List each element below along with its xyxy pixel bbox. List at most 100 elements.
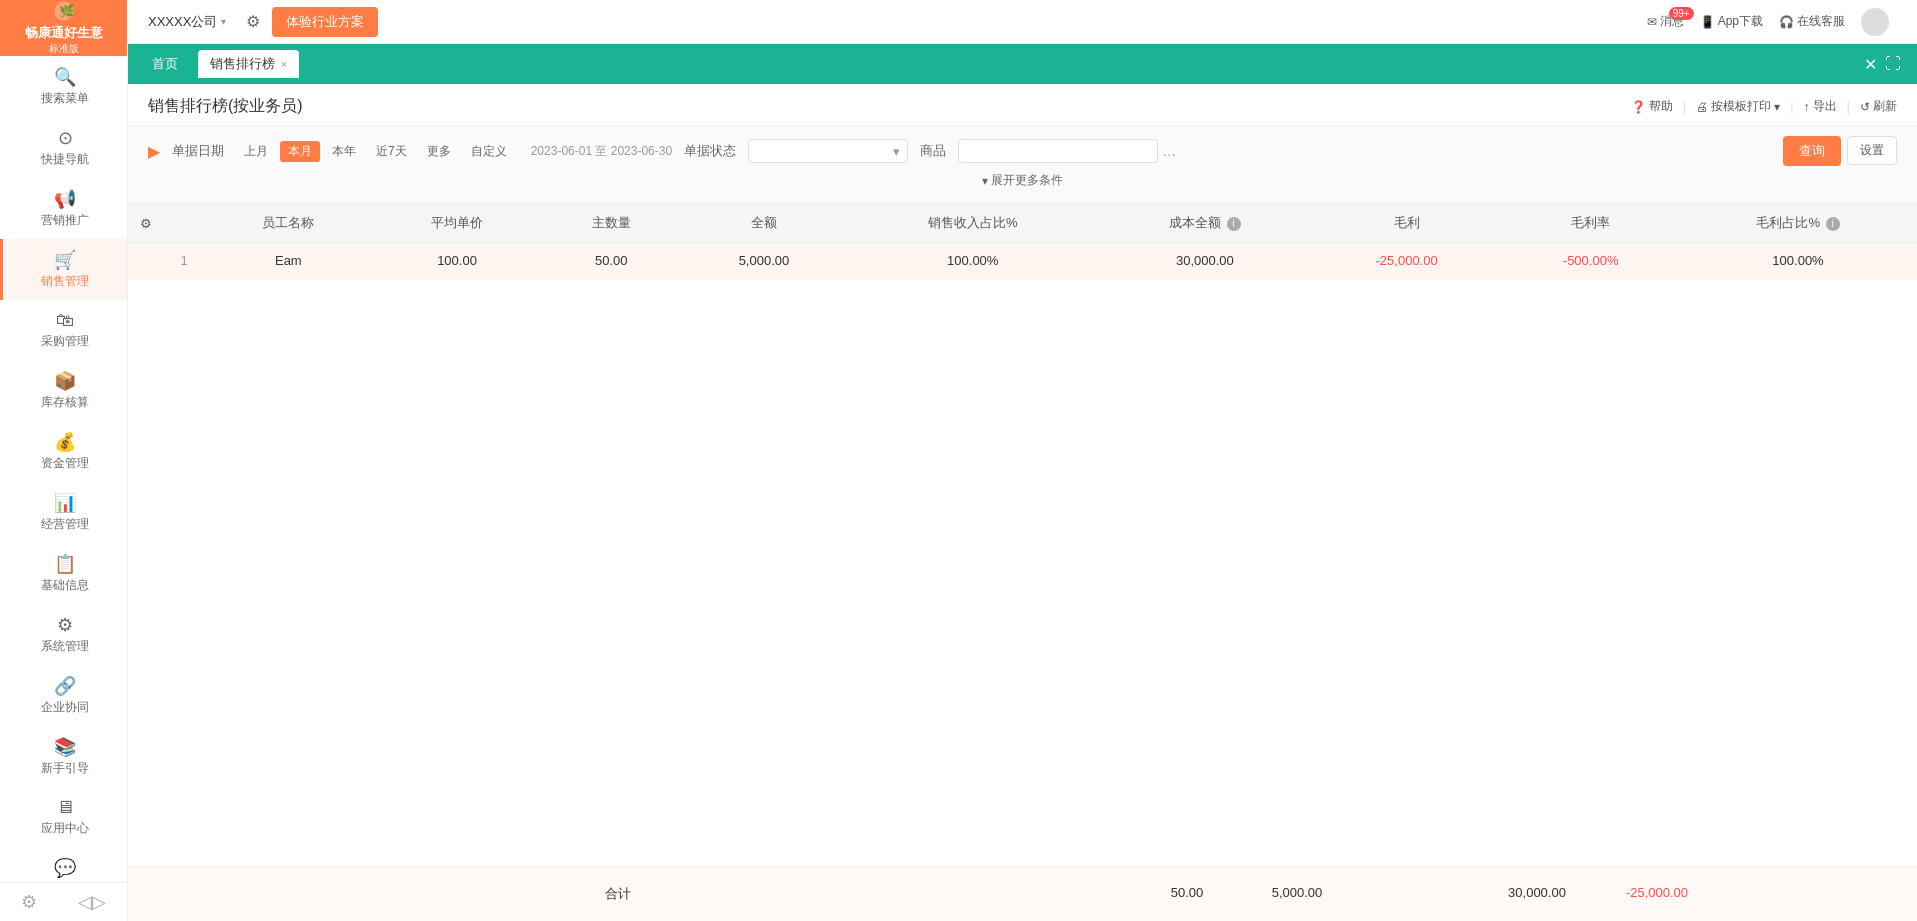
chevron-down-icon: ▾ [221,16,226,27]
col-gross-profit: 毛利 [1311,204,1502,243]
settings-bottom-icon[interactable]: ⚙ [21,891,37,913]
refresh-button[interactable]: ↺ 刷新 [1860,98,1897,115]
user-avatar[interactable] [1861,8,1889,36]
tab-close-window-icon[interactable]: ✕ [1864,55,1877,74]
cell-gross-profit: -25,000.00 [1311,243,1502,279]
query-button[interactable]: 查询 [1783,136,1841,166]
sidebar-item-purchase[interactable]: 🛍 采购管理 [0,300,127,360]
sidebar-item-collab[interactable]: 🔗 企业协同 [0,665,127,726]
goods-input[interactable] [958,139,1158,163]
sidebar-item-search[interactable]: 🔍 搜索菜单 [0,56,127,117]
col-total-amount: 全额 [681,204,847,243]
sidebar-item-wechat[interactable]: 💬 企业微信 [0,847,127,882]
basic-icon: 📋 [54,553,76,575]
footer-empty1 [128,877,158,911]
sidebar-item-nav[interactable]: ⊙ 快捷导航 [0,117,127,178]
export-button[interactable]: ↑ 导出 [1804,98,1837,115]
top-right-actions: ✉ 消息 99+ 📱 App下载 🎧 在线客服 [1647,8,1905,36]
app-name: 畅康通好生意 [25,24,103,42]
goods-more-dots[interactable]: … [1162,143,1176,159]
sidebar-item-label: 营销推广 [41,212,89,229]
sidebar-item-guide[interactable]: 📚 新手引导 [0,726,127,787]
date-opt-this-month[interactable]: 本月 [280,141,320,162]
system-icon: ⚙ [57,614,73,636]
cell-rank: 1 [164,243,204,279]
tab-sales-ranking[interactable]: 销售排行榜 × [198,50,299,78]
online-service-button[interactable]: 🎧 在线客服 [1779,13,1845,30]
print-button[interactable]: 🖨 按模板打印 ▾ [1696,98,1780,115]
filter-right-actions: 查询 设置 [1783,136,1897,166]
date-opt-last-month[interactable]: 上月 [236,141,276,162]
cost-info-icon[interactable]: i [1227,217,1241,231]
expand-more-button[interactable]: ▾ 展开更多条件 [982,172,1063,189]
sidebar-item-label: 经营管理 [41,516,89,533]
message-button[interactable]: ✉ 消息 99+ [1647,13,1684,30]
data-table: ⚙ 员工名称 平均单价 主数量 全额 销售收入占比% 成本全额 i 毛利 毛利率 [128,204,1917,279]
sidebar-item-business[interactable]: 📊 经营管理 [0,482,127,543]
collapse-icon[interactable]: ◁▷ [78,891,106,913]
help-icon: ❓ [1631,100,1646,114]
tab-maximize-icon[interactable]: ⛶ [1885,55,1901,73]
print-icon: 🖨 [1696,100,1708,114]
sidebar-item-basic[interactable]: 📋 基础信息 [0,543,127,604]
date-opt-this-year[interactable]: 本年 [324,141,364,162]
cell-gross-percent: 100.00% [1679,243,1917,279]
footer-empty2 [158,877,198,911]
footer-row: 合计 50.00 5,000.00 30,000.00 -25,000.00 [128,877,1917,911]
date-opt-7days[interactable]: 近7天 [368,141,415,162]
cell-gross-rate: -500.00% [1502,243,1679,279]
sidebar-item-inventory[interactable]: 📦 库存核算 [0,360,127,421]
tab-home[interactable]: 首页 [136,44,194,84]
cell-sales-percent: 100.00% [847,243,1099,279]
expand-icon: ▾ [982,174,988,188]
company-selector[interactable]: XXXXX公司 ▾ [140,9,234,35]
footer-main-qty: 50.00 [1137,877,1237,911]
settings-icon[interactable]: ⚙ [242,8,264,35]
col-gross-rate: 毛利率 [1502,204,1679,243]
app-icon: 🖥 [56,797,74,818]
tab-close-button[interactable]: × [281,58,287,70]
app-download-button[interactable]: 📱 App下载 [1700,13,1763,30]
guide-icon: 📚 [54,736,76,758]
sidebar-item-marketing[interactable]: 📢 营销推广 [0,178,127,239]
svg-text:🌿: 🌿 [58,3,74,19]
date-opt-more[interactable]: 更多 [419,141,459,162]
trial-button[interactable]: 体验行业方案 [272,7,378,37]
company-name: XXXXX公司 [148,13,217,31]
sidebar-item-app[interactable]: 🖥 应用中心 [0,787,127,847]
table-area: ⚙ 员工名称 平均单价 主数量 全额 销售收入占比% 成本全额 i 毛利 毛利率 [128,204,1917,866]
print-label: 按模板打印 [1711,98,1771,115]
col-settings[interactable]: ⚙ [128,204,164,243]
date-options: 上月 本月 本年 近7天 更多 自定义 [236,141,515,162]
filter-collapse-icon[interactable]: ▶ [148,142,160,161]
cell-main-qty: 50.00 [541,243,681,279]
app-download-icon: 📱 [1700,15,1715,29]
footer-gross-rate [1717,877,1817,911]
table-header-row: ⚙ 员工名称 平均单价 主数量 全额 销售收入占比% 成本全额 i 毛利 毛利率 [128,204,1917,243]
sidebar-item-finance[interactable]: 💰 资金管理 [0,421,127,482]
help-button[interactable]: ❓ 帮助 [1631,98,1673,115]
cell-employee-name: Eam [204,243,373,279]
footer-avg-price [1037,877,1137,911]
marketing-icon: 📢 [54,188,76,210]
settings-button[interactable]: 设置 [1847,136,1897,165]
tab-bar: 首页 销售排行榜 × ✕ ⛶ [128,44,1917,84]
status-select[interactable] [748,139,908,163]
date-range-display: 2023-06-01 至 2023-06-30 [531,143,672,160]
nav-icon: ⊙ [58,127,73,149]
footer-cost-amount: 30,000.00 [1477,877,1597,911]
print-dropdown-icon: ▾ [1774,100,1780,114]
gross-percent-info-icon[interactable]: i [1826,217,1840,231]
date-opt-custom[interactable]: 自定义 [463,141,515,162]
col-rank [164,204,204,243]
service-icon: 🎧 [1779,15,1794,29]
collab-icon: 🔗 [54,675,76,697]
top-header: XXXXX公司 ▾ ⚙ 体验行业方案 ✉ 消息 99+ 📱 App下载 🎧 在线… [128,0,1917,44]
sidebar-item-label: 资金管理 [41,455,89,472]
page-actions: ❓ 帮助 | 🖨 按模板打印 ▾ | ↑ 导出 | ↺ 刷新 [1631,98,1897,115]
sidebar-item-sales[interactable]: 🛒 销售管理 [0,239,127,300]
sidebar-item-system[interactable]: ⚙ 系统管理 [0,604,127,665]
app-edition: 标准版 [49,42,79,56]
sidebar-footer: ⚙ ◁▷ [0,882,127,921]
refresh-label: 刷新 [1873,98,1897,115]
